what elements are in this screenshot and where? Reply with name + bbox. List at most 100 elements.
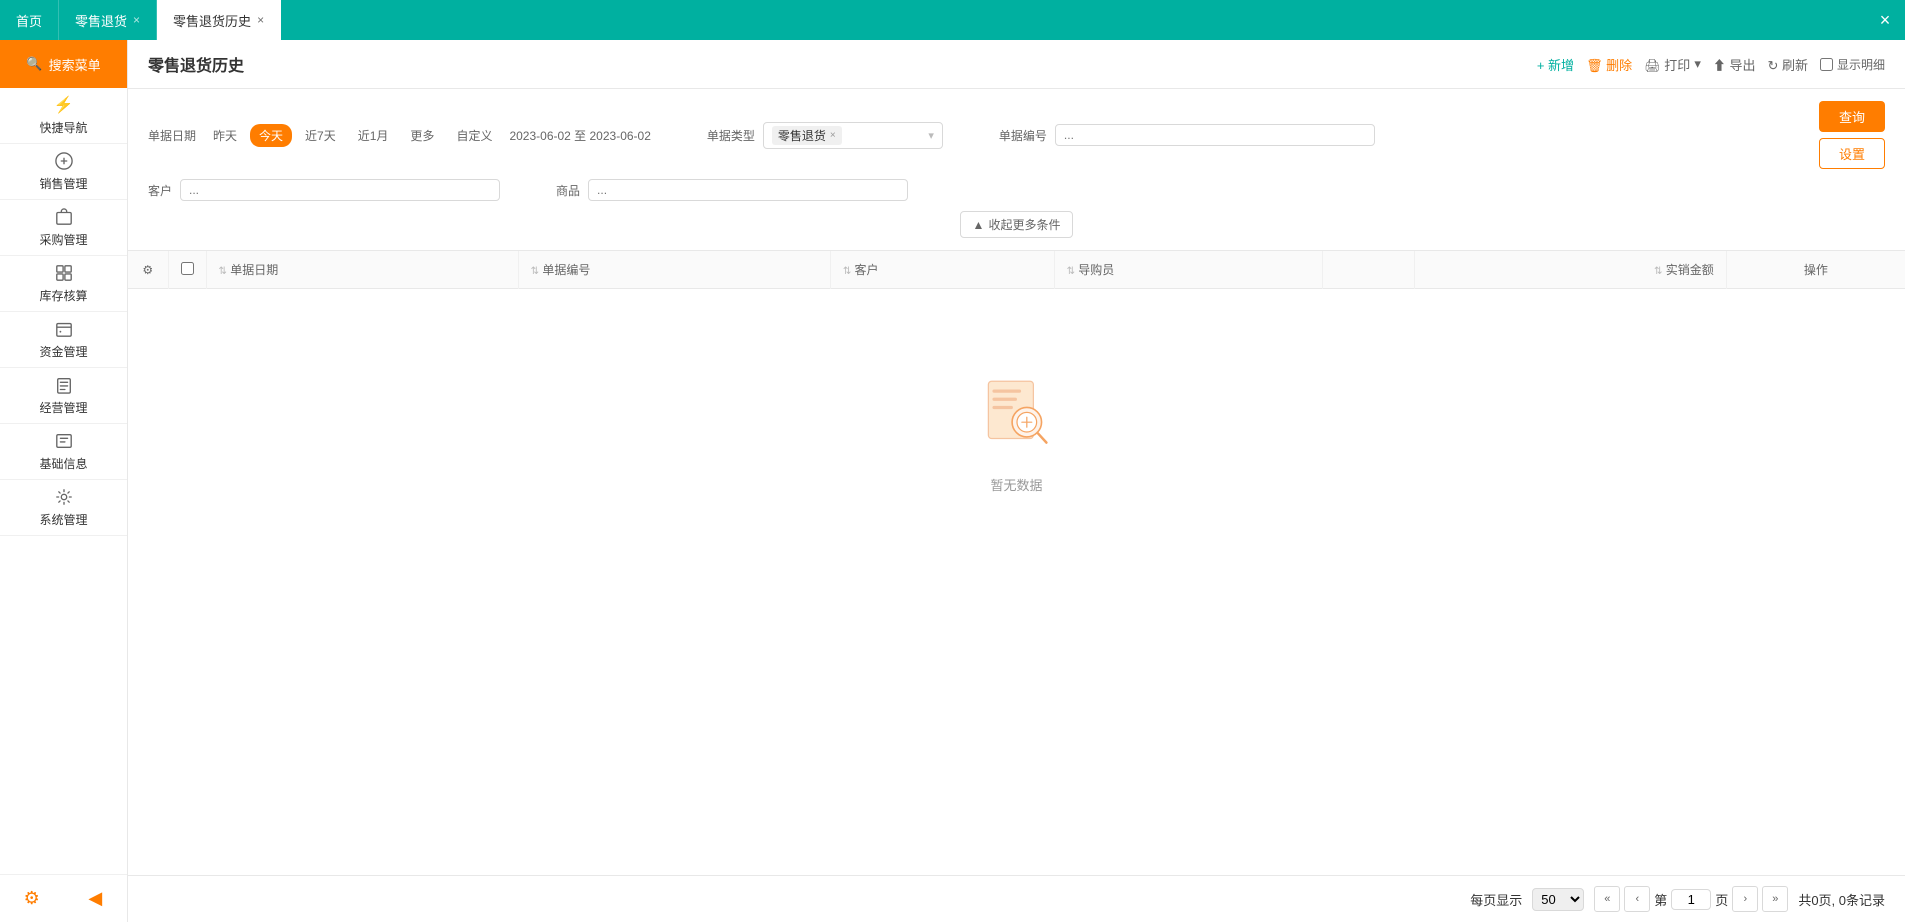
date-btn-more[interactable]: 更多	[401, 124, 443, 147]
first-page-button[interactable]: «	[1594, 886, 1620, 912]
sidebar-item-basic-info[interactable]: 基础信息	[0, 424, 127, 480]
print-button[interactable]: 🖨 打印 ▾	[1644, 55, 1701, 74]
basic-info-icon	[54, 431, 74, 451]
tab-retail-return[interactable]: 零售退货 ×	[59, 0, 157, 40]
sidebar-item-quick-nav[interactable]: ⚡ 快捷导航	[0, 88, 127, 144]
th-spacer	[1322, 251, 1414, 289]
refresh-button[interactable]: ↻ 刷新	[1767, 55, 1808, 74]
type-tag: 零售退货 ×	[772, 126, 842, 145]
top-bar: 首页 零售退货 × 零售退货历史 × ×	[0, 0, 1905, 40]
th-guide[interactable]: ⇅ 导购员	[1054, 251, 1322, 289]
sidebar: 🔍 搜索菜单 ⚡ 快捷导航 销售管理 采购管理 库存核算	[0, 40, 128, 922]
operations-icon	[54, 375, 74, 395]
delete-button[interactable]: 🗑 删除	[1586, 55, 1632, 74]
sort-icon-guide: ⇅	[1067, 266, 1075, 277]
page-input[interactable]	[1671, 889, 1711, 910]
customer-filter-group: 客户	[148, 179, 500, 201]
type-dropdown-icon: ▾	[928, 129, 934, 142]
select-all-checkbox[interactable]	[181, 262, 194, 275]
customer-input[interactable]	[180, 179, 500, 201]
inventory-icon	[54, 263, 74, 283]
query-button[interactable]: 查询	[1819, 101, 1885, 132]
sort-icon-doc-no: ⇅	[531, 266, 539, 277]
data-table: ⚙ ⇅ 单据日期 ⇅ 单据编号	[128, 251, 1905, 574]
pagination-nav: « ‹ 第 页 › »	[1594, 886, 1788, 912]
type-filter-group: 单据类型 零售退货 × ▾	[707, 122, 943, 149]
sidebar-item-system-mgmt[interactable]: 系统管理	[0, 480, 127, 536]
sidebar-item-purchase-mgmt[interactable]: 采购管理	[0, 200, 127, 256]
quick-nav-icon: ⚡	[54, 95, 74, 115]
main-layout: 🔍 搜索菜单 ⚡ 快捷导航 销售管理 采购管理 库存核算	[0, 40, 1905, 922]
date-btn-1month[interactable]: 近1月	[349, 124, 398, 147]
docno-label: 单据编号	[999, 127, 1047, 144]
last-page-button[interactable]: »	[1762, 886, 1788, 912]
sidebar-item-operations-mgmt[interactable]: 经营管理	[0, 368, 127, 424]
th-settings[interactable]: ⚙	[128, 251, 168, 289]
sidebar-bottom: ⚙ ◀	[0, 874, 127, 922]
th-checkbox[interactable]	[168, 251, 206, 289]
new-button[interactable]: + 新增	[1537, 55, 1574, 74]
print-dropdown-icon: ▾	[1694, 56, 1701, 72]
date-range-display: 2023-06-02 至 2023-06-02	[509, 127, 650, 144]
page-title: 零售退货历史	[148, 52, 244, 76]
capital-icon	[54, 319, 74, 339]
type-select[interactable]: 零售退货 × ▾	[763, 122, 943, 149]
sidebar-search[interactable]: 🔍 搜索菜单	[0, 40, 127, 88]
tab-retail-return-close[interactable]: ×	[133, 13, 140, 27]
filter-row-2: 客户 商品	[148, 179, 1885, 201]
empty-illustration	[967, 369, 1067, 459]
th-doc-date[interactable]: ⇅ 单据日期	[206, 251, 518, 289]
page-header: 零售退货历史 + 新增 🗑 删除 🖨 打印 ▾ ⬆ 导出 ↻ 刷新	[128, 40, 1905, 89]
sales-icon	[54, 151, 74, 171]
purchase-icon	[54, 207, 74, 227]
date-btn-7days[interactable]: 近7天	[296, 124, 345, 147]
pagination-summary: 共0页, 0条记录	[1798, 890, 1885, 909]
sidebar-item-inventory[interactable]: 库存核算	[0, 256, 127, 312]
next-page-button[interactable]: ›	[1732, 886, 1758, 912]
goods-input[interactable]	[588, 179, 908, 201]
window-close-button[interactable]: ×	[1865, 0, 1905, 40]
type-label: 单据类型	[707, 127, 755, 144]
goods-filter-group: 商品	[556, 179, 908, 201]
empty-state: 暂无数据	[128, 289, 1905, 574]
sort-icon-customer: ⇅	[843, 266, 851, 277]
show-detail-checkbox[interactable]	[1820, 58, 1833, 71]
table-area: ⚙ ⇅ 单据日期 ⇅ 单据编号	[128, 251, 1905, 875]
collapse-icon: ▲	[973, 218, 985, 232]
tab-retail-return-history-close[interactable]: ×	[257, 13, 264, 27]
type-tag-close[interactable]: ×	[830, 130, 836, 141]
docno-input[interactable]	[1055, 124, 1375, 146]
header-actions: + 新增 🗑 删除 🖨 打印 ▾ ⬆ 导出 ↻ 刷新 显示明细	[1537, 55, 1885, 74]
sidebar-item-sales-mgmt[interactable]: 销售管理	[0, 144, 127, 200]
search-icon: 🔍	[26, 56, 42, 72]
export-button[interactable]: ⬆ 导出	[1713, 55, 1756, 74]
filter-settings-button[interactable]: 设置	[1819, 138, 1885, 169]
date-label: 单据日期	[148, 127, 196, 144]
sidebar-collapse-button[interactable]: ◀	[64, 875, 128, 922]
date-btn-yesterday[interactable]: 昨天	[204, 124, 246, 147]
prev-page-button[interactable]: ‹	[1624, 886, 1650, 912]
date-buttons: 昨天 今天 近7天 近1月 更多 自定义	[204, 124, 501, 147]
date-btn-today[interactable]: 今天	[250, 124, 292, 147]
sort-icon-doc-date: ⇅	[219, 266, 227, 277]
sidebar-item-capital-mgmt[interactable]: 资金管理	[0, 312, 127, 368]
th-doc-no[interactable]: ⇅ 单据编号	[518, 251, 830, 289]
customer-label: 客户	[148, 182, 172, 199]
settings-icon[interactable]: ⚙	[142, 263, 153, 277]
th-amount[interactable]: ⇅ 实销金额	[1414, 251, 1726, 289]
th-action: 操作	[1726, 251, 1905, 289]
date-filter-group: 单据日期 昨天 今天 近7天 近1月 更多 自定义 2023-06-02 至 2…	[148, 124, 651, 147]
th-customer[interactable]: ⇅ 客户	[830, 251, 1054, 289]
tab-home[interactable]: 首页	[0, 0, 59, 40]
sidebar-settings-button[interactable]: ⚙	[0, 875, 64, 922]
collapse-button[interactable]: ▲ 收起更多条件	[960, 211, 1074, 238]
filter-area: 单据日期 昨天 今天 近7天 近1月 更多 自定义 2023-06-02 至 2…	[128, 89, 1905, 251]
filter-row-1: 单据日期 昨天 今天 近7天 近1月 更多 自定义 2023-06-02 至 2…	[148, 101, 1885, 169]
per-page-select[interactable]: 50 10 20 100	[1532, 888, 1584, 911]
system-icon	[54, 487, 74, 507]
goods-label: 商品	[556, 182, 580, 199]
date-btn-custom[interactable]: 自定义	[447, 124, 501, 147]
show-detail-checkbox-label[interactable]: 显示明细	[1820, 56, 1885, 73]
tab-retail-return-history[interactable]: 零售退货历史 ×	[157, 0, 281, 40]
sort-icon-amount: ⇅	[1654, 266, 1662, 277]
